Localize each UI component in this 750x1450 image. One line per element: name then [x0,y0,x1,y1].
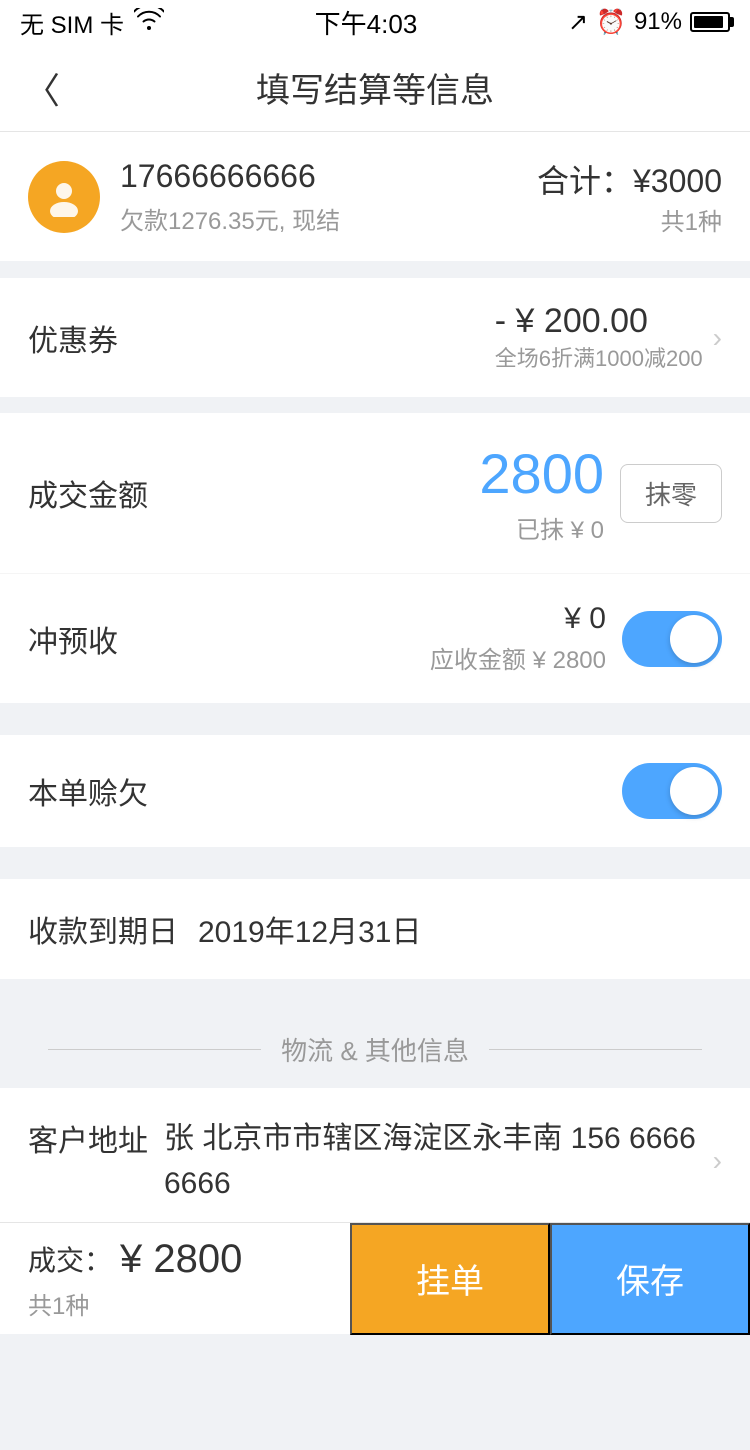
status-time: 下午4:03 [315,4,418,41]
divider-4 [0,995,750,1011]
transaction-label: 成交金额 [28,471,148,515]
transaction-section: 成交金额 2800 已抹 ¥ 0 抹零 冲预收 ¥ 0 应收金额 ¥ 2800 [0,413,750,703]
logistics-text: 物流 & 其他信息 [281,1031,469,1068]
customer-info: 17666666666 欠款1276.35元, 现结 [120,158,340,236]
transaction-amount-block: 2800 已抹 ¥ 0 [479,441,604,545]
debt-row: 本单赊欠 [0,735,750,847]
pre-receive-row: 冲预收 ¥ 0 应收金额 ¥ 2800 [0,574,750,703]
status-bar: 无 SIM 卡 下午4:03 ↗ ⏰ 91% [0,0,750,44]
nav-bar: 〈 填写结算等信息 [0,44,750,132]
coupon-desc: 全场6折满1000减200 [495,341,703,373]
transaction-sub: 已抹 ¥ 0 [479,510,604,545]
pre-sub: 应收金额 ¥ 2800 [430,640,606,675]
customer-sub: 欠款1276.35元, 现结 [120,201,340,236]
status-right: ↗ ⏰ 91% [568,8,730,37]
pre-receive-label: 冲预收 [28,617,118,661]
coupon-right: - ¥ 200.00 全场6折满1000减200 › [495,302,722,373]
divider-2 [0,719,750,735]
customer-phone: 17666666666 [120,158,340,195]
bottom-deal: 成交： ¥ 2800 [28,1237,322,1282]
save-button[interactable]: 保存 [550,1223,750,1335]
deal-label: 成交： [28,1239,112,1279]
location-icon: ↗ [568,8,588,37]
due-date-row: 收款到期日 2019年12月31日 [0,879,750,979]
divider-3 [0,863,750,879]
coupon-row[interactable]: 优惠券 - ¥ 200.00 全场6折满1000减200 › [0,278,750,397]
coupon-label: 优惠券 [28,316,118,360]
divider-1 [0,397,750,413]
sim-indicator: 无 SIM 卡 [20,5,124,40]
debt-toggle-knob [670,767,718,815]
logistics-header: 物流 & 其他信息 [0,1011,750,1088]
address-chevron-icon: › [713,1145,722,1177]
address-row[interactable]: 客户地址 张 北京市市辖区海淀区永丰南 156 6666 6666 › [0,1088,750,1234]
address-value: 张 北京市市辖区海淀区永丰南 156 6666 6666 [164,1116,697,1206]
debt-toggle[interactable] [622,763,722,819]
bottom-count: 共1种 [28,1286,322,1321]
status-left: 无 SIM 卡 [20,5,164,40]
alarm-icon: ⏰ [596,8,626,37]
pre-receive-toggle[interactable] [622,611,722,667]
bottom-summary: 成交： ¥ 2800 共1种 [0,1237,350,1321]
pre-amount-block: ¥ 0 应收金额 ¥ 2800 [430,602,606,675]
bottom-bar: 成交： ¥ 2800 共1种 挂单 保存 [0,1222,750,1334]
avatar [28,161,100,233]
due-date-label: 收款到期日 [28,907,178,951]
customer-right: 合计：¥3000 共1种 [537,156,722,237]
coupon-info: - ¥ 200.00 全场6折满1000减200 [495,302,703,373]
back-button[interactable]: 〈 [24,62,60,114]
round-zero-button[interactable]: 抹零 [620,464,722,523]
page-title: 填写结算等信息 [256,63,494,112]
pending-button[interactable]: 挂单 [350,1223,550,1335]
customer-section: 17666666666 欠款1276.35元, 现结 合计：¥3000 共1种 [0,132,750,262]
due-date-value: 2019年12月31日 [198,907,421,951]
debt-label: 本单赊欠 [28,769,148,813]
wifi-icon [134,8,164,37]
pre-receive-right: ¥ 0 应收金额 ¥ 2800 [430,602,722,675]
pre-amount: ¥ 0 [430,602,606,636]
coupon-amount: - ¥ 200.00 [495,302,703,341]
transaction-row: 成交金额 2800 已抹 ¥ 0 抹零 [0,413,750,574]
transaction-right: 2800 已抹 ¥ 0 抹零 [479,441,722,545]
battery-percent: 91% [634,8,682,36]
address-label: 客户地址 [28,1116,148,1160]
debt-section: 本单赊欠 [0,735,750,847]
customer-left: 17666666666 欠款1276.35元, 现结 [28,158,340,236]
battery-icon [690,12,730,32]
coupon-chevron-icon: › [713,322,722,354]
total-amount: 合计：¥3000 [537,156,722,202]
deal-amount: ¥ 2800 [120,1237,242,1282]
transaction-amount: 2800 [479,441,604,506]
total-count: 共1种 [537,202,722,237]
toggle-knob [670,615,718,663]
